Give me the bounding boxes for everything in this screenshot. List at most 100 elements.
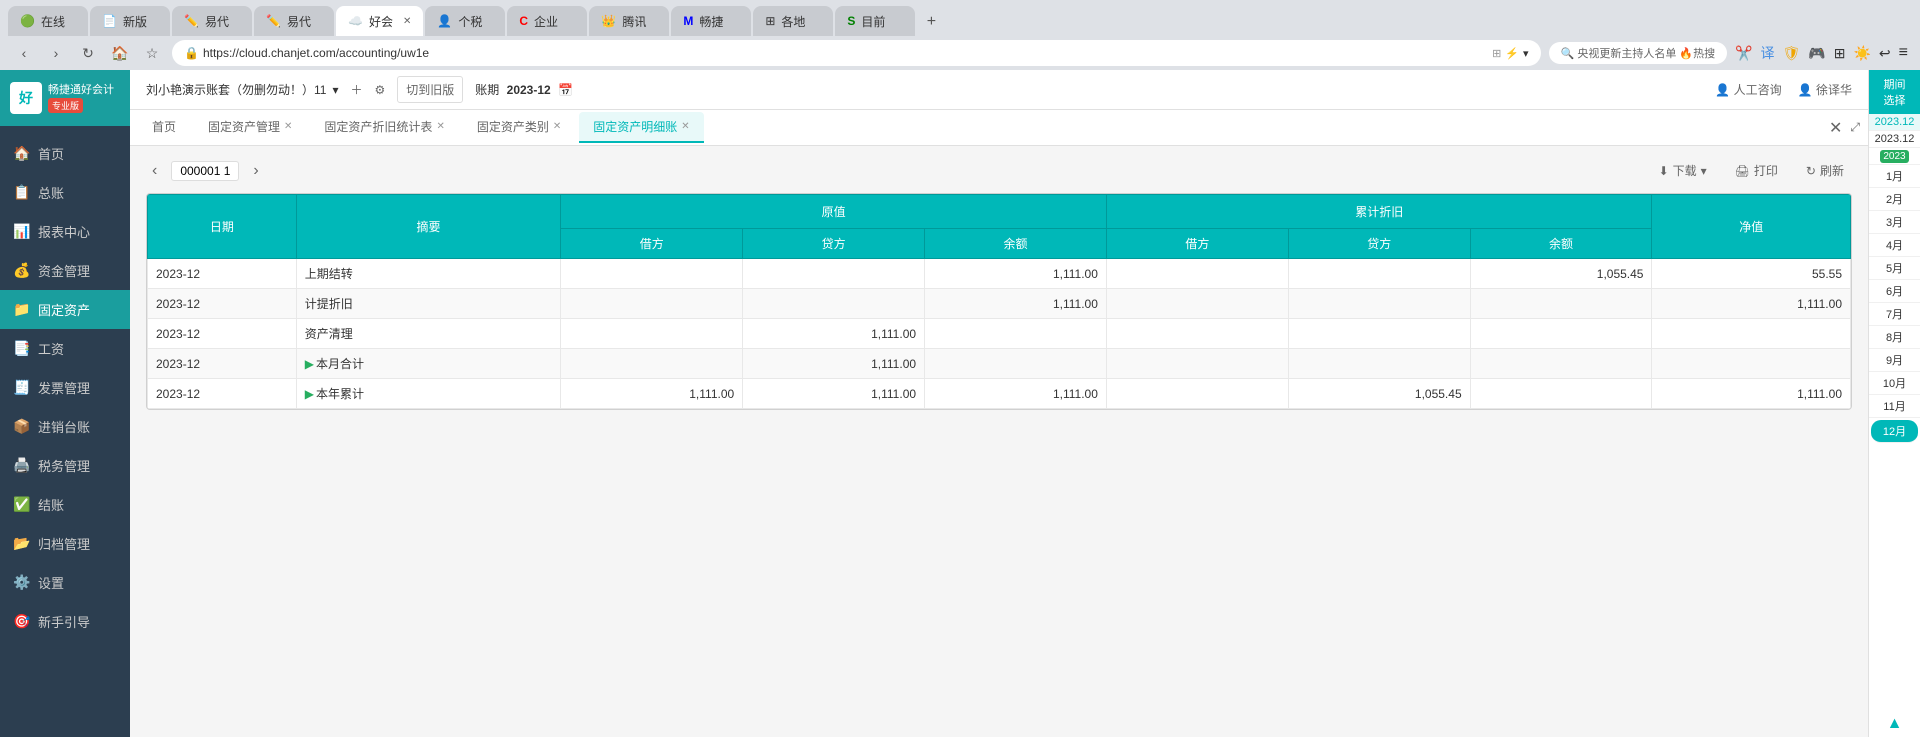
browser-tab-8[interactable]: M 畅捷 [671,6,751,36]
company-selector[interactable]: 刘小艳演示账套（勿删勿动！）11 ▾ [146,81,339,98]
tab-favicon-5: 👤 [437,14,452,28]
period-item-may[interactable]: 5月 [1869,257,1920,280]
sidebar-item-fund[interactable]: 💰 资金管理 [0,251,130,290]
period-item-jun[interactable]: 6月 [1869,280,1920,303]
sidebar-item-salary[interactable]: 📑 工资 [0,329,130,368]
period-item-feb[interactable]: 2月 [1869,188,1920,211]
user-account[interactable]: 👤 徐译华 [1798,81,1852,98]
col-sub-dep-debit: 借方 [1106,229,1288,259]
home-button[interactable]: 🏠 [108,41,132,65]
cell-orig-balance-0: 1,111.00 [925,259,1107,289]
assets-icon: 📁 [14,302,30,318]
tab-close-depreciation-stats[interactable]: ✕ [436,121,444,132]
browser-tab-5[interactable]: 👤 个税 [425,6,505,36]
tab-close-4[interactable]: ✕ [403,16,411,27]
tab-asset-categories[interactable]: 固定资产类别 ✕ [463,112,575,143]
browser-tab-7[interactable]: 👑 腾讯 [589,6,669,36]
browser-tab-2[interactable]: ✏️ 易代 [172,6,252,36]
tab-close-asset-detail-ledger[interactable]: ✕ [681,121,689,132]
cell-net-0: 55.55 [1652,259,1851,289]
sidebar-item-archive[interactable]: 📂 归档管理 [0,524,130,563]
sidebar-item-closing[interactable]: ✅ 结账 [0,485,130,524]
sidebar-item-tax[interactable]: 🖨️ 税务管理 [0,446,130,485]
browser-tab-0[interactable]: 🟢 在线 [8,6,88,36]
period-item-selected-1[interactable]: 2023.12 [1869,114,1920,131]
table-actions: ⬇ 下载 ▾ 🖨 打印 ↻ 刷新 [1651,158,1852,183]
dropdown-icon[interactable]: ▾ [1523,47,1529,60]
period-item-jul[interactable]: 7月 [1869,303,1920,326]
new-tab-button[interactable]: + [917,8,945,36]
address-bar[interactable]: 🔒 https://cloud.chanjet.com/accounting/u… [172,40,1541,66]
browser-tab-10[interactable]: S 目前 [835,6,915,36]
settings-small-icon[interactable]: ⚙ [375,83,386,97]
dropdown-chevron-icon: ▾ [332,83,338,97]
archive-icon: 📂 [14,536,30,552]
tab-favicon-3: ✏️ [266,14,281,28]
sidebar-item-home[interactable]: 🏠 首页 [0,134,130,173]
switch-version-button[interactable]: 切到旧版 [397,76,463,103]
sidebar-item-fixed-assets[interactable]: 📁 固定资产 [0,290,130,329]
refresh-button[interactable]: ↻ 刷新 [1798,158,1852,183]
expand-button[interactable]: ⤢ [1850,120,1860,135]
add-company-button[interactable]: ＋ [351,81,363,98]
period-item-jan[interactable]: 1月 [1869,165,1920,188]
cell-net-1: 1,111.00 [1652,289,1851,319]
guide-icon: 🎯 [14,614,30,630]
tab-close-fixed-assets-management[interactable]: ✕ [284,121,292,132]
period-item-apr[interactable]: 4月 [1869,234,1920,257]
sidebar-item-inventory[interactable]: 📦 进销台账 [0,407,130,446]
refresh-icon: ↻ [1806,164,1816,178]
period-item-selected-2[interactable]: 2023.12 [1869,131,1920,148]
period-item-dec[interactable]: 12月 [1871,420,1918,443]
period-item-nov[interactable]: 11月 [1869,395,1920,418]
sidebar-item-guide[interactable]: 🎯 新手引导 [0,602,130,641]
forward-button[interactable]: › [44,41,68,65]
bookmark-button[interactable]: ☆ [140,41,164,65]
browser-tab-9[interactable]: ⊞ 各地 [753,6,833,36]
scroll-up-icon[interactable]: ▲ [1869,711,1920,737]
tab-close-asset-categories[interactable]: ✕ [553,121,561,132]
cell-date-4: 2023-12 [148,379,297,409]
browser-tab-1[interactable]: 📄 新版 [90,6,170,36]
home-icon: 🏠 [14,146,30,162]
download-button[interactable]: ⬇ 下载 ▾ [1651,158,1715,183]
sun-icon: ☀️ [1853,45,1870,62]
browser-tab-3[interactable]: ✏️ 易代 [254,6,334,36]
tab-home[interactable]: 首页 [138,112,190,143]
table-row: 2023-12 ▶本年累计 1,111.00 1,111.00 1,111.00… [148,379,1851,409]
reload-button[interactable]: ↻ [76,41,100,65]
period-item-sep[interactable]: 9月 [1869,349,1920,372]
period-item-oct[interactable]: 10月 [1869,372,1920,395]
close-window-button[interactable]: ✕ [1829,118,1842,138]
period-item-aug[interactable]: 8月 [1869,326,1920,349]
browser-tab-6[interactable]: C 企业 [507,6,587,36]
table-row: 2023-12 上期结转 1,111.00 1,055.45 55.55 [148,259,1851,289]
avatar-icon: 👤 [1798,83,1813,97]
sidebar-item-report[interactable]: 📊 报表中心 [0,212,130,251]
logo-icon: 好 [10,82,42,114]
sidebar-item-settings[interactable]: ⚙️ 设置 [0,563,130,602]
print-button[interactable]: 🖨 打印 [1727,158,1786,183]
ledger-icon: 📋 [14,185,30,201]
tab-fixed-assets-management[interactable]: 固定资产管理 ✕ [194,112,306,143]
cell-orig-credit-2: 1,111.00 [743,319,925,349]
period-item-mar[interactable]: 3月 [1869,211,1920,234]
sidebar-item-invoice[interactable]: 🧾 发票管理 [0,368,130,407]
cell-dep-balance-1 [1470,289,1652,319]
cell-dep-credit-1 [1288,289,1470,319]
calendar-icon[interactable]: 📅 [558,83,573,97]
menu-icon[interactable]: ≡ [1899,44,1908,62]
browser-tab-4[interactable]: ☁️ 好会 ✕ [336,6,423,36]
tab-depreciation-stats[interactable]: 固定资产折旧统计表 ✕ [310,112,458,143]
print-icon: 🖨 [1735,164,1750,178]
tab-asset-detail-ledger[interactable]: 固定资产明细账 ✕ [579,112,703,143]
prev-page-button[interactable]: ‹ [146,160,163,182]
cell-orig-credit-0 [743,259,925,289]
next-page-button[interactable]: › [247,160,264,182]
sidebar-item-ledger[interactable]: 📋 总账 [0,173,130,212]
cell-dep-balance-4 [1470,379,1652,409]
back-button[interactable]: ‹ [12,41,36,65]
cell-dep-balance-3 [1470,349,1652,379]
customer-service-button[interactable]: 👤 人工咨询 [1715,81,1781,98]
cell-orig-debit-1 [561,289,743,319]
